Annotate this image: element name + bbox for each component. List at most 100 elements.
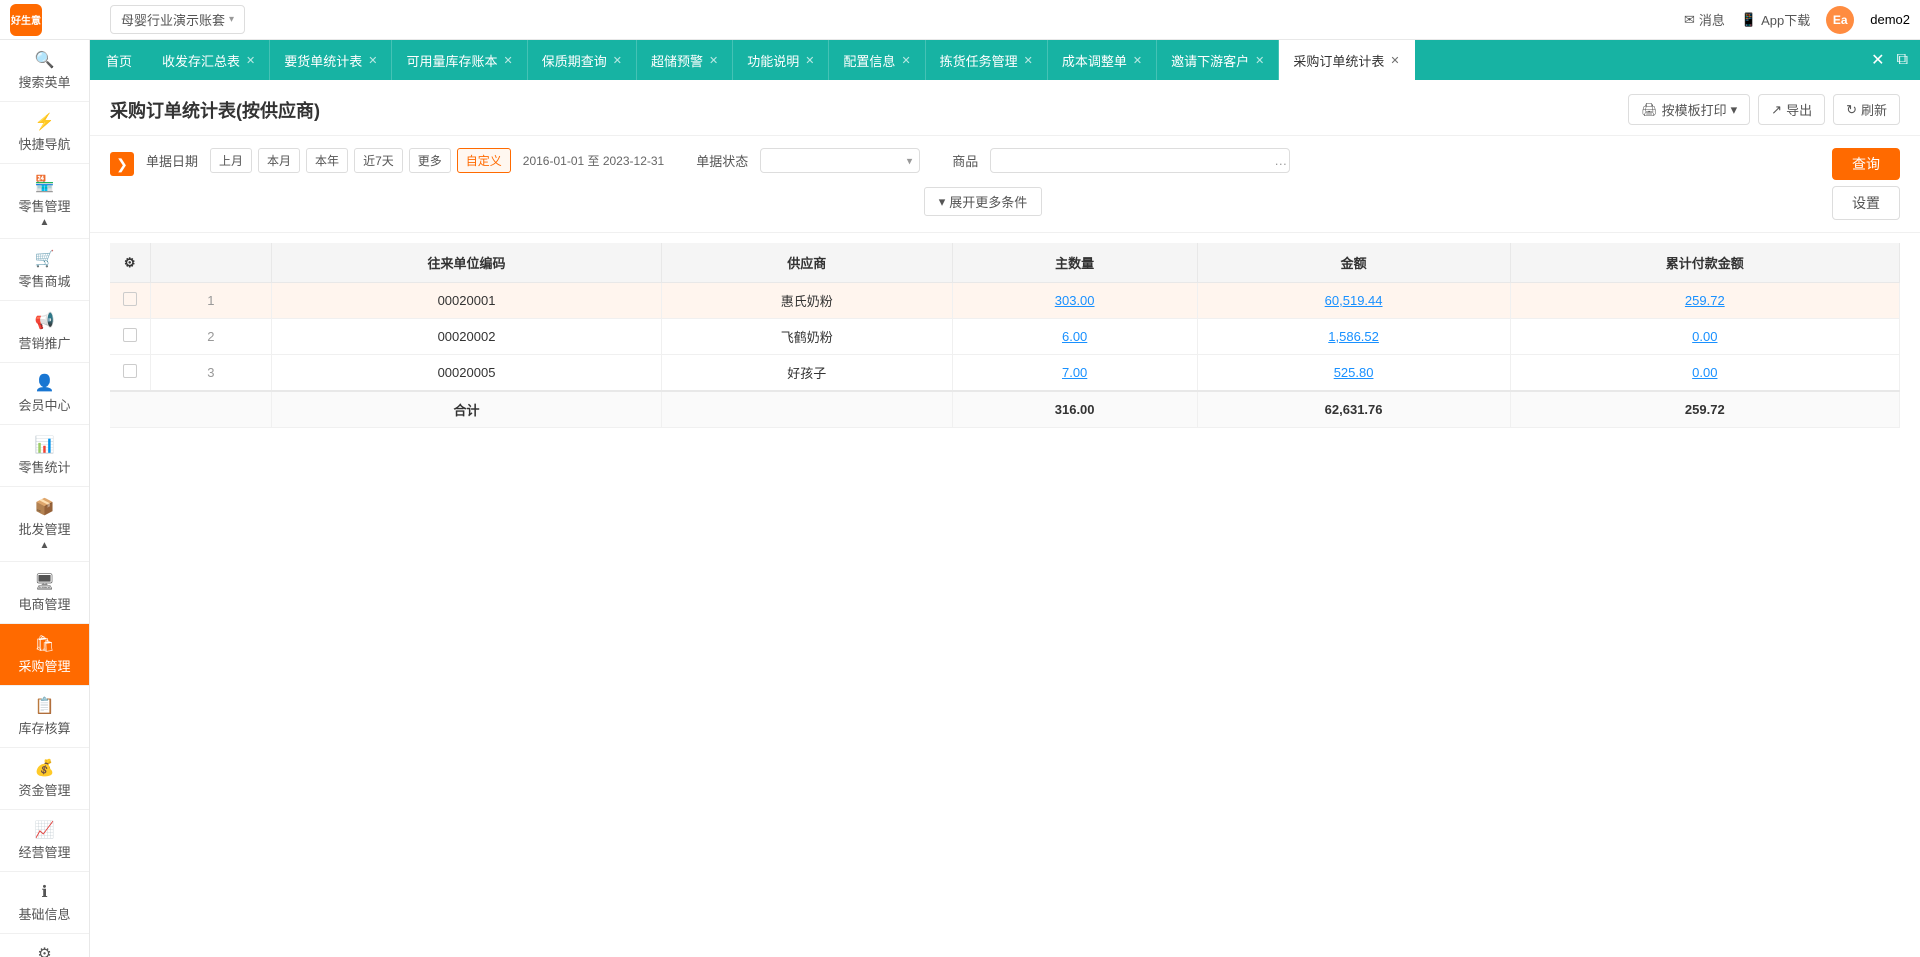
filter-toggle-btn[interactable]: ❯ <box>110 152 134 176</box>
filter-date-this-month[interactable]: 本月 <box>258 148 300 173</box>
app-download-btn[interactable]: 📱 App下载 <box>1741 10 1810 29</box>
checkbox-icon[interactable] <box>123 328 137 342</box>
message-icon: ✉ <box>1684 12 1695 28</box>
sidebar-item-label: 经营管理 <box>18 842 70 861</box>
cell-amount[interactable]: 525.80 <box>1197 355 1510 392</box>
logo-area: 好生意 <box>10 4 100 36</box>
sidebar-item-retail-shop[interactable]: 🛒 零售商城 <box>0 239 89 301</box>
cell-paid-amount[interactable]: 259.72 <box>1510 283 1899 319</box>
sidebar-item-member-center[interactable]: 👤 会员中心 <box>0 363 89 425</box>
sidebar-item-finance[interactable]: 💰 资金管理 <box>0 748 89 810</box>
trending-icon: 📈 <box>35 820 55 840</box>
close-icon[interactable]: ✕ <box>709 54 718 67</box>
close-icon[interactable]: ✕ <box>1133 54 1142 67</box>
sidebar-item-wholesale-mgmt[interactable]: 📦 批发管理 ▲ <box>0 487 89 562</box>
collapse-icon: ▲ <box>40 217 50 228</box>
tab-shelf-life[interactable]: 保质期查询 ✕ <box>528 40 637 80</box>
table-row[interactable]: 3 00020005 好孩子 7.00 525.80 0.00 <box>110 355 1900 392</box>
filter-row-1: 单据日期 上月 本月 本年 近7天 更多 自定义 <box>146 148 1820 173</box>
close-icon[interactable]: ✕ <box>504 54 513 67</box>
close-icon[interactable]: ✕ <box>1255 54 1264 67</box>
filter-date-last-month[interactable]: 上月 <box>210 148 252 173</box>
sidebar-item-basic-info[interactable]: ℹ 基础信息 <box>0 872 89 934</box>
close-icon[interactable]: ✕ <box>368 54 377 67</box>
table-row[interactable]: 1 00020001 惠氏奶粉 303.00 60,519.44 259.72 <box>110 283 1900 319</box>
tab-picking-task[interactable]: 拣货任务管理 ✕ <box>926 40 1048 80</box>
export-button[interactable]: ↗ 导出 <box>1758 94 1825 125</box>
tab-label: 功能说明 <box>747 51 799 70</box>
cell-main-qty[interactable]: 303.00 <box>952 283 1197 319</box>
sidebar-item-quick-nav[interactable]: ⚡ 快捷导航 <box>0 102 89 164</box>
cell-main-qty[interactable]: 6.00 <box>952 319 1197 355</box>
cell-amount[interactable]: 60,519.44 <box>1197 283 1510 319</box>
tab-receive-summary[interactable]: 收发存汇总表 ✕ <box>148 40 270 80</box>
close-icon[interactable]: ✕ <box>613 54 622 67</box>
tab-label: 保质期查询 <box>542 51 607 70</box>
cell-paid-amount[interactable]: 0.00 <box>1510 319 1899 355</box>
avatar[interactable]: Ea <box>1826 6 1854 34</box>
close-icon[interactable]: ✕ <box>901 54 910 67</box>
checkbox-icon[interactable] <box>123 292 137 306</box>
sidebar-item-retail-stats[interactable]: 📊 零售统计 <box>0 425 89 487</box>
account-selector[interactable]: 母婴行业演示账套 ▾ <box>110 5 245 34</box>
settings-button[interactable]: 设置 <box>1832 186 1900 220</box>
filter-date-7days[interactable]: 近7天 <box>354 148 403 173</box>
goods-input[interactable] <box>990 148 1290 173</box>
message-btn[interactable]: ✉ 消息 <box>1684 10 1725 29</box>
close-all-btn[interactable]: ✕ <box>1867 46 1888 74</box>
table-row[interactable]: 2 00020002 飞鹤奶粉 6.00 1,586.52 0.00 <box>110 319 1900 355</box>
checkbox-icon[interactable] <box>123 364 137 378</box>
close-icon[interactable]: ✕ <box>1024 54 1033 67</box>
sidebar-item-search[interactable]: 🔍 搜索英单 <box>0 40 89 102</box>
top-bar: 好生意 母婴行业演示账套 ▾ ✉ 消息 📱 App下载 Ea demo2 <box>0 0 1920 40</box>
cell-checkbox[interactable] <box>110 283 150 319</box>
print-icon: 🖨 <box>1641 102 1658 118</box>
cell-main-qty[interactable]: 7.00 <box>952 355 1197 392</box>
close-icon[interactable]: ✕ <box>805 54 814 67</box>
expand-more-btn[interactable]: ▾ 展开更多条件 <box>924 187 1043 216</box>
tab-purchase-order-stats[interactable]: 采购订单统计表 ✕ <box>1279 40 1414 80</box>
status-select[interactable] <box>760 148 920 173</box>
sidebar-item-marketing[interactable]: 📢 营销推广 <box>0 301 89 363</box>
tab-home[interactable]: 首页 <box>90 40 148 80</box>
query-button[interactable]: 查询 <box>1832 148 1900 180</box>
sidebar-item-sys-mgmt[interactable]: ⚙ 系统管理 <box>0 934 89 957</box>
cell-amount[interactable]: 1,586.52 <box>1197 319 1510 355</box>
cell-checkbox[interactable] <box>110 355 150 392</box>
close-icon[interactable]: ✕ <box>246 54 255 67</box>
refresh-button[interactable]: ↻ 刷新 <box>1833 94 1900 125</box>
tab-overstock-warning[interactable]: 超储预警 ✕ <box>637 40 733 80</box>
expand-icon: ▾ <box>939 194 946 210</box>
money-icon: 💰 <box>35 758 55 778</box>
filter-date-this-year[interactable]: 本年 <box>306 148 348 173</box>
filter-date-range: 2016-01-01 至 2023-12-31 <box>523 152 664 169</box>
tab-invite-downstream[interactable]: 邀请下游客户 ✕ <box>1157 40 1279 80</box>
tab-label: 要货单统计表 <box>284 51 362 70</box>
tab-available-inventory[interactable]: 可用量库存账本 ✕ <box>392 40 527 80</box>
col-main-qty: 主数量 <box>952 243 1197 283</box>
sidebar-item-ecommerce[interactable]: 🖥 电商管理 <box>0 562 89 624</box>
box-icon: 📦 <box>35 497 55 517</box>
shopping-bag-icon: 🛍 <box>34 634 54 654</box>
sidebar-item-retail-mgmt[interactable]: 🏪 零售管理 ▲ <box>0 164 89 239</box>
filter-date-more[interactable]: 更多 <box>409 148 451 173</box>
template-print-button[interactable]: 🖨 按模板打印 ▾ <box>1628 94 1750 125</box>
tab-config-info[interactable]: 配置信息 ✕ <box>829 40 925 80</box>
tab-order-stats[interactable]: 要货单统计表 ✕ <box>270 40 392 80</box>
goods-input-more-icon[interactable]: … <box>1274 153 1287 168</box>
cell-checkbox[interactable] <box>110 319 150 355</box>
tab-function-desc[interactable]: 功能说明 ✕ <box>733 40 829 80</box>
restore-btn[interactable]: ⧉ <box>1893 47 1912 73</box>
close-icon[interactable]: ✕ <box>1390 54 1399 67</box>
sidebar-item-inventory[interactable]: 📋 库存核算 <box>0 686 89 748</box>
col-settings[interactable]: ⚙ <box>110 243 150 283</box>
tab-cost-adjust[interactable]: 成本调整单 ✕ <box>1048 40 1157 80</box>
filter-collapse-toggle: ▾ 展开更多条件 <box>146 179 1820 216</box>
cell-index: 2 <box>150 319 272 355</box>
filter-date-custom[interactable]: 自定义 <box>457 148 511 173</box>
sidebar-item-operations[interactable]: 📈 经营管理 <box>0 810 89 872</box>
sidebar-item-purchase-mgmt[interactable]: 🛍 采购管理 <box>0 624 89 686</box>
col-amount: 金额 <box>1197 243 1510 283</box>
cell-paid-amount[interactable]: 0.00 <box>1510 355 1899 392</box>
filter-section: ❯ 单据日期 上月 本月 本年 近7天 更多 <box>90 136 1920 233</box>
